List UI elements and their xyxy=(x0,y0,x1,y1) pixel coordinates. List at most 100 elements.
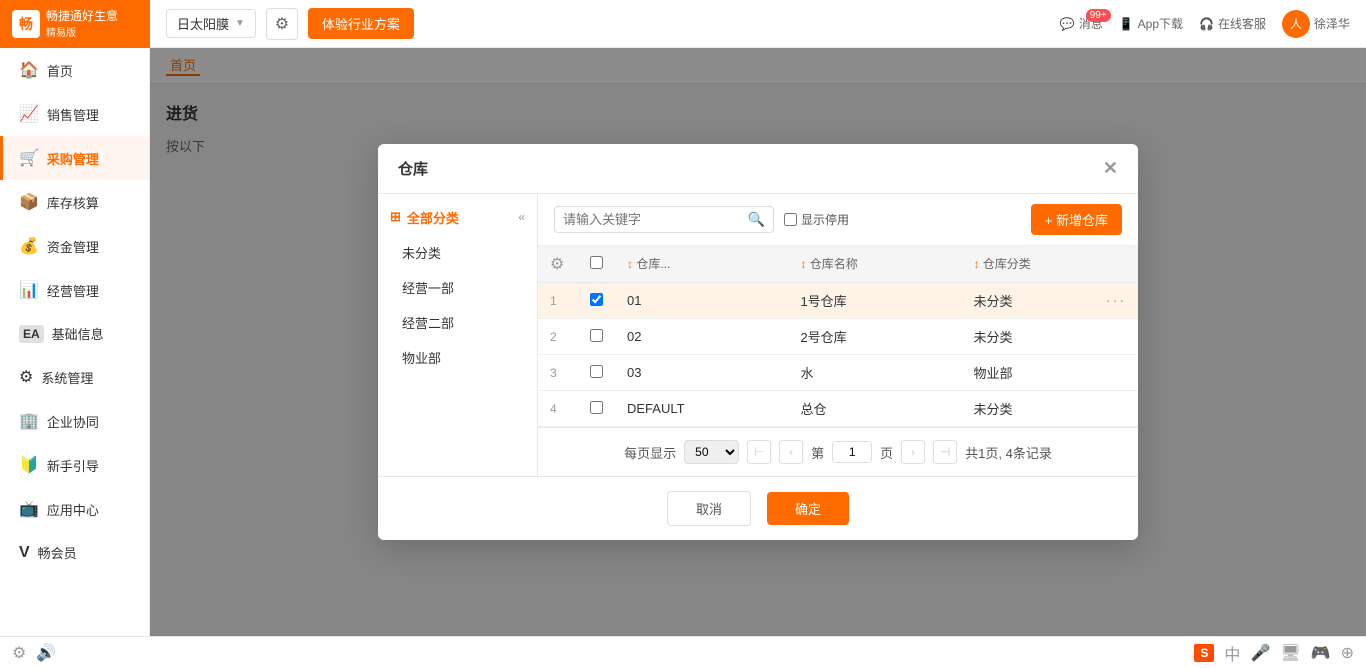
row-name: 水 xyxy=(788,355,961,391)
row-code: 03 xyxy=(615,355,788,391)
total-info: 共1页, 4条记录 xyxy=(965,443,1052,462)
row-checkbox-cell xyxy=(578,391,615,427)
sidebar-label-sales: 销售管理 xyxy=(47,105,99,124)
warehouse-table: ⚙ ↕ 仓库... xyxy=(538,246,1138,428)
sidebar-label-enterprise: 企业协同 xyxy=(47,412,99,431)
system-icon: ⚙ xyxy=(19,367,33,387)
dropdown-arrow-icon: ▼ xyxy=(235,18,245,29)
row-num: 2 xyxy=(538,319,578,355)
row-checkbox[interactable] xyxy=(590,293,603,306)
next-page-button[interactable]: › xyxy=(901,440,925,464)
header-right: 💬 消息 99+ 📱 App下载 🎧 在线客服 人 徐泽华 xyxy=(1060,0,1366,47)
prev-page-button[interactable]: ‹ xyxy=(779,440,803,464)
sidebar-label-basic: 基础信息 xyxy=(52,324,104,343)
message-badge: 99+ xyxy=(1086,9,1111,22)
sales-icon: 📈 xyxy=(19,104,39,124)
sidebar-item-enterprise[interactable]: 🏢 企业协同 xyxy=(0,399,149,443)
per-page-select[interactable]: 50 100 xyxy=(684,440,739,464)
sidebar-label-guide: 新手引导 xyxy=(47,456,99,475)
message-icon: 💬 xyxy=(1060,17,1075,31)
row-checkbox[interactable] xyxy=(590,401,603,414)
sidebar-item-basic[interactable]: EA 基础信息 xyxy=(0,312,149,355)
sidebar-item-appcenter[interactable]: 📺 应用中心 xyxy=(0,487,149,531)
collapse-icon[interactable]: « xyxy=(518,210,525,224)
last-page-button[interactable]: ⊣ xyxy=(933,440,957,464)
row-code: 01 xyxy=(615,282,788,319)
category-item-ops2[interactable]: 经营二部 xyxy=(378,305,537,340)
grid-icon: ⊞ xyxy=(390,209,401,225)
sidebar-item-guide[interactable]: 🔰 新手引导 xyxy=(0,443,149,487)
col-code-header: ↕ 仓库... xyxy=(615,246,788,283)
show-disabled-checkbox[interactable] xyxy=(784,213,797,226)
mic-icon[interactable]: 🎤 xyxy=(1250,643,1270,663)
category-item-ops1[interactable]: 经营一部 xyxy=(378,270,537,305)
finance-icon: 💰 xyxy=(19,236,39,256)
brand-edition: 精易版 xyxy=(46,24,118,39)
vip-icon: V xyxy=(19,544,30,562)
monitor-icon[interactable]: 🖥 xyxy=(1280,643,1300,663)
row-checkbox[interactable] xyxy=(590,365,603,378)
sidebar-item-sales[interactable]: 📈 销售管理 xyxy=(0,92,149,136)
trial-button[interactable]: 体验行业方案 xyxy=(308,8,414,39)
first-page-button[interactable]: ⊢ xyxy=(747,440,771,464)
table-panel: 🔍 显示停用 + 新增仓库 xyxy=(538,194,1138,477)
modal-close-button[interactable]: ✕ xyxy=(1103,159,1118,177)
col-category-header: ↕ 仓库分类 xyxy=(961,246,1138,283)
cancel-button[interactable]: 取消 xyxy=(667,491,751,526)
sidebar: 🏠 首页 📈 销售管理 🛒 采购管理 📦 库存核算 💰 资金管理 📊 经营管理 … xyxy=(0,48,150,636)
online-service-button[interactable]: 🎧 在线客服 xyxy=(1199,15,1266,32)
headset-icon: 🎧 xyxy=(1199,17,1214,31)
sidebar-item-vip[interactable]: V 畅会员 xyxy=(0,531,149,574)
sidebar-item-home[interactable]: 🏠 首页 xyxy=(0,48,149,92)
s-logo-icon: S xyxy=(1194,644,1214,662)
sidebar-item-system[interactable]: ⚙ 系统管理 xyxy=(0,355,149,399)
row-actions[interactable]: ··· xyxy=(1106,292,1126,308)
bottom-bar: ⚙ 🔊 S 中 🎤 🖥 🎮 ⊕ xyxy=(0,636,1366,668)
settings-col-icon: ⚙ xyxy=(550,256,564,273)
row-checkbox[interactable] xyxy=(590,329,603,342)
row-num: 4 xyxy=(538,391,578,427)
gamepad-icon[interactable]: 🎮 xyxy=(1311,643,1331,663)
store-selector[interactable]: 日太阳膜 ▼ xyxy=(166,9,256,38)
row-checkbox-cell xyxy=(578,319,615,355)
guide-icon: 🔰 xyxy=(19,455,39,475)
store-name: 日太阳膜 xyxy=(177,14,229,33)
all-category-button[interactable]: ⊞ 全部分类 xyxy=(390,208,459,227)
confirm-button[interactable]: 确定 xyxy=(767,492,849,525)
chinese-input-icon[interactable]: 中 xyxy=(1224,641,1240,665)
settings-bottom-icon[interactable]: ⚙ xyxy=(12,643,26,663)
modal-title: 仓库 xyxy=(398,158,428,179)
row-category: 物业部 xyxy=(961,355,1138,391)
add-warehouse-button[interactable]: + 新增仓库 xyxy=(1031,204,1122,235)
page-suffix: 页 xyxy=(880,443,893,462)
enterprise-icon: 🏢 xyxy=(19,411,39,431)
col-name-header: ↕ 仓库名称 xyxy=(788,246,961,283)
sidebar-item-operation[interactable]: 📊 经营管理 xyxy=(0,268,149,312)
page-number-input[interactable] xyxy=(832,441,872,463)
purchase-icon: 🛒 xyxy=(19,148,39,168)
app-download-button[interactable]: 📱 App下载 xyxy=(1119,15,1183,32)
message-button[interactable]: 💬 消息 99+ xyxy=(1060,15,1103,32)
basic-icon: EA xyxy=(19,325,44,343)
show-disabled-checkbox-label[interactable]: 显示停用 xyxy=(784,211,849,228)
sidebar-item-purchase[interactable]: 🛒 采购管理 xyxy=(0,136,149,180)
sidebar-label-finance: 资金管理 xyxy=(47,237,99,256)
search-icon[interactable]: 🔍 xyxy=(748,211,765,228)
sidebar-item-inventory[interactable]: 📦 库存核算 xyxy=(0,180,149,224)
sidebar-label-vip: 畅会员 xyxy=(38,543,77,562)
category-item-property[interactable]: 物业部 xyxy=(378,340,537,375)
sidebar-item-finance[interactable]: 💰 资金管理 xyxy=(0,224,149,268)
search-input[interactable] xyxy=(563,212,744,227)
row-code: 02 xyxy=(615,319,788,355)
brand: 畅 畅捷通好生意 精易版 xyxy=(0,0,150,48)
user-profile[interactable]: 人 徐泽华 xyxy=(1282,10,1350,38)
row-name: 2号仓库 xyxy=(788,319,961,355)
category-item-unclassified[interactable]: 未分类 xyxy=(378,235,537,270)
plus-icon[interactable]: ⊕ xyxy=(1341,643,1354,663)
settings-icon[interactable]: ⚙ xyxy=(266,8,298,40)
brand-logo: 畅 xyxy=(12,10,40,38)
modal-body: ⊞ 全部分类 « 未分类 经营一部 经营二部 物业部 xyxy=(378,194,1138,477)
volume-icon[interactable]: 🔊 xyxy=(36,643,56,663)
select-all-checkbox[interactable] xyxy=(590,256,603,269)
sidebar-label-appcenter: 应用中心 xyxy=(47,500,99,519)
